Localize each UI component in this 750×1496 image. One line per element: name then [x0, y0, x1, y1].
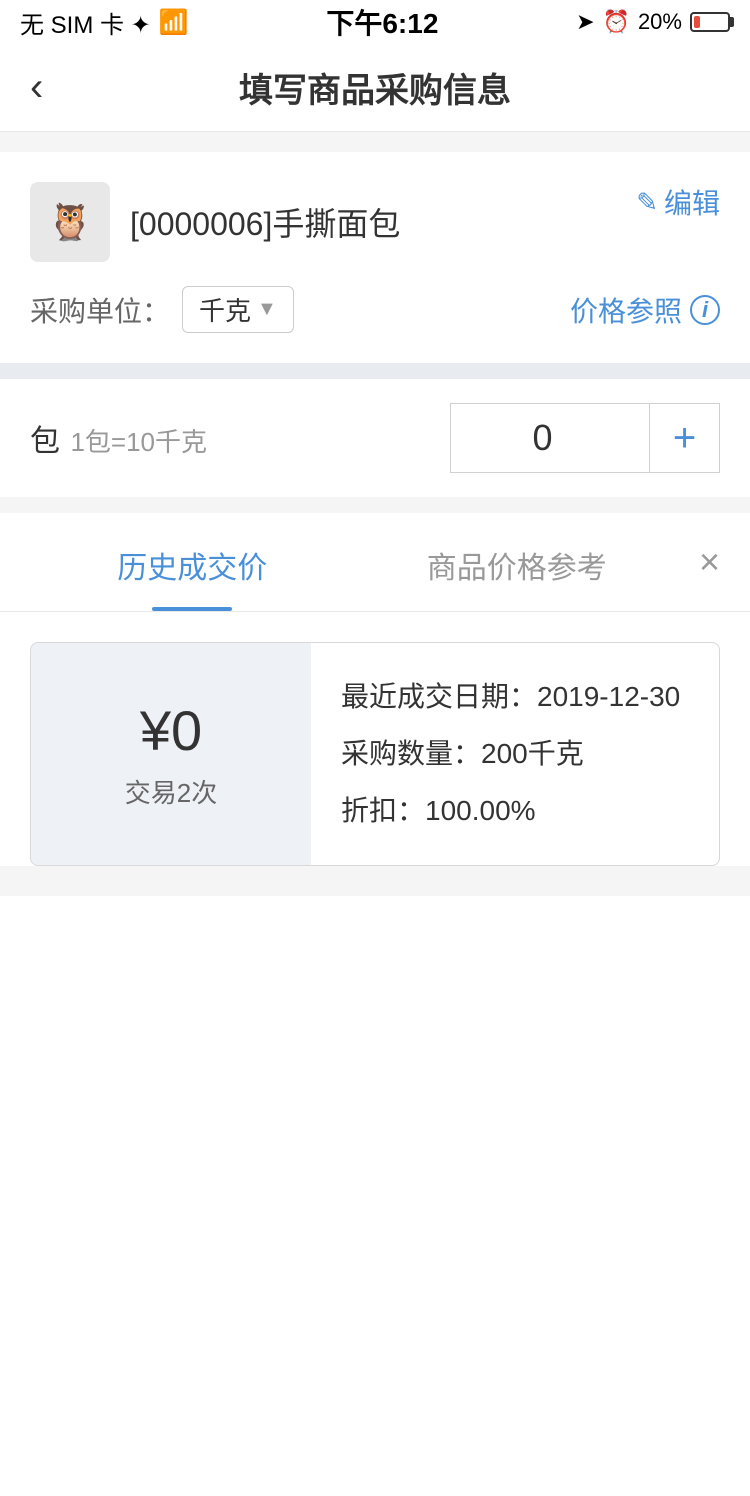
unit-row: 采购单位： 千克 ▼ [30, 286, 294, 333]
status-right: ➤ ⏰ 20% [576, 9, 730, 35]
price-reference-button[interactable]: 价格参照 i [570, 290, 720, 330]
quantity-row: 包 1包=10千克 + [0, 379, 750, 497]
tabs-section: 历史成交价 商品价格参考 × ¥0 交易2次 最近成交日期：2019-12-30… [0, 513, 750, 866]
product-image-placeholder: 🦉 [48, 201, 93, 243]
unit-value: 千克 [199, 291, 251, 328]
price-value: 0 [171, 699, 202, 762]
quantity-label-group: 包 1包=10千克 [30, 416, 207, 460]
quantity-sub-label: 1包=10千克 [70, 427, 207, 457]
product-name: [0000006]手撕面包 [130, 199, 400, 245]
section-divider [0, 363, 750, 379]
discount-value: 100.00% [425, 795, 536, 826]
price-ref-label: 价格参照 [570, 290, 682, 330]
unit-select-dropdown[interactable]: 千克 ▼ [182, 286, 294, 333]
page-title: 填写商品采购信息 [239, 63, 511, 112]
edit-button[interactable]: ✎ 编辑 [636, 182, 720, 222]
page-background [0, 896, 750, 1496]
price-card: ¥0 交易2次 最近成交日期：2019-12-30 采购数量：200千克 折扣：… [30, 642, 720, 866]
back-button[interactable]: ‹ [30, 65, 63, 110]
product-header: 🦉 [0000006]手撕面包 ✎ 编辑 [30, 182, 720, 262]
edit-label: 编辑 [664, 182, 720, 222]
price-detail-panel: 最近成交日期：2019-12-30 采购数量：200千克 折扣：100.00% [311, 643, 719, 865]
quantity-unit-label: 包 [30, 425, 60, 458]
edit-icon: ✎ [636, 187, 658, 218]
sim-status: 无 SIM 卡 ✦ [20, 5, 151, 40]
status-left: 无 SIM 卡 ✦ 📶 [20, 5, 189, 40]
battery-pct: 20% [638, 9, 682, 35]
price-amount: ¥0 [140, 698, 202, 763]
price-summary-panel: ¥0 交易2次 [31, 643, 311, 865]
tab-history-price[interactable]: 历史成交价 [30, 513, 354, 611]
product-thumbnail: 🦉 [30, 182, 110, 262]
nav-bar: ‹ 填写商品采购信息 [0, 44, 750, 132]
purchase-qty-label: 采购数量： [341, 738, 481, 769]
battery-icon [690, 12, 730, 32]
recent-date-value: 2019-12-30 [537, 681, 680, 712]
quantity-input[interactable] [450, 403, 650, 473]
recent-date-row: 最近成交日期：2019-12-30 [341, 677, 689, 716]
product-card: 🦉 [0000006]手撕面包 ✎ 编辑 采购单位： 千克 ▼ 价格参照 i [0, 152, 750, 363]
dropdown-arrow-icon: ▼ [257, 298, 277, 321]
clock: 下午6:12 [326, 2, 438, 42]
trade-count: 交易2次 [125, 773, 217, 810]
alarm-icon: ⏰ [603, 9, 630, 35]
product-info: 🦉 [0000006]手撕面包 [30, 182, 400, 262]
currency-symbol: ¥ [140, 699, 171, 762]
help-icon: i [690, 295, 720, 325]
location-icon: ➤ [576, 9, 594, 35]
purchase-qty-value: 200千克 [481, 738, 584, 769]
recent-date-label: 最近成交日期： [341, 681, 537, 712]
discount-label: 折扣： [341, 795, 425, 826]
product-footer: 采购单位： 千克 ▼ 价格参照 i [30, 286, 720, 333]
quantity-plus-button[interactable]: + [650, 403, 720, 473]
wifi-icon: 📶 [159, 8, 189, 37]
discount-row: 折扣：100.00% [341, 791, 689, 830]
tab-product-price-ref[interactable]: 商品价格参考 [354, 513, 678, 611]
status-bar: 无 SIM 卡 ✦ 📶 下午6:12 ➤ ⏰ 20% [0, 0, 750, 44]
unit-label: 采购单位： [30, 290, 170, 330]
quantity-control: + [450, 403, 720, 473]
tabs-header: 历史成交价 商品价格参考 × [0, 513, 750, 612]
purchase-qty-row: 采购数量：200千克 [341, 734, 689, 773]
close-button[interactable]: × [679, 541, 720, 583]
